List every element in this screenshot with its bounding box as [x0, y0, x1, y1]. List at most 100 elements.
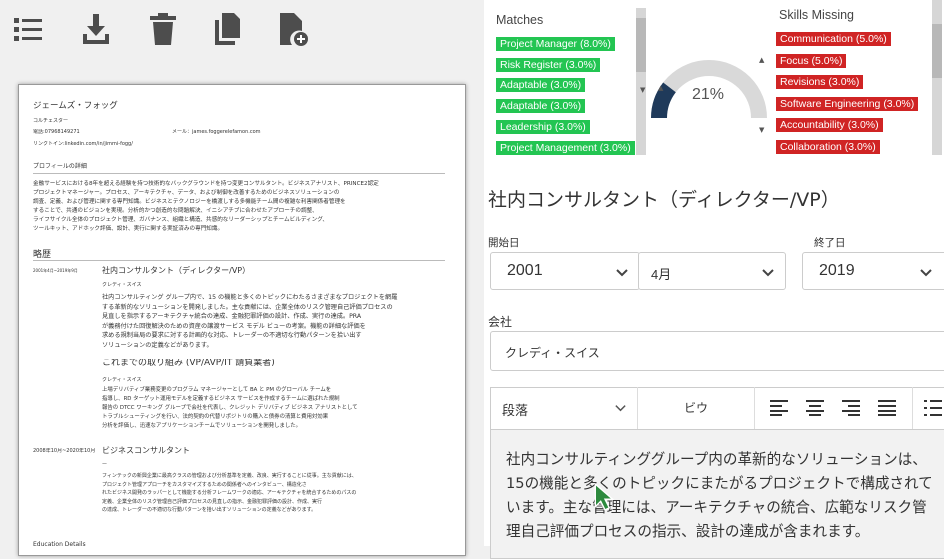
resume-linkedin: リンクトイン:linkedin.com/in/jimmi-fogg/: [33, 141, 133, 147]
gauge-chart: ▲: [651, 60, 767, 119]
scroll-up-arrow: ▲: [658, 84, 664, 92]
download-icon[interactable]: [80, 12, 112, 46]
job3-description: フィンテックの新興企業に最高クラスの管理および分析基準を定義、改良、実行すること…: [102, 472, 442, 515]
paragraph-line: 求める規制当局の要求に対する計画的な対応、トレーダーの不適切な行動パターンを拾い…: [102, 332, 362, 339]
trash-icon[interactable]: [147, 12, 179, 46]
resume-phone: 電話:07968149271: [33, 129, 80, 135]
missing-skill-tag: Focus (5.0%): [776, 53, 847, 68]
company-label: 会社: [488, 315, 513, 329]
company-input[interactable]: クレディ・スイス: [490, 331, 944, 371]
history-divider: [33, 260, 445, 261]
matches-scroll-down-arrow[interactable]: ▼: [640, 86, 645, 94]
chevron-down-icon: [920, 269, 932, 277]
paragraph-line: 分析を評価し、迅速なアプリケーションチームでソリューションを開発しました。: [102, 423, 302, 429]
paragraph-line: ツールキット、アドホック評価、設計、実行に関する実証済みの専門知識。: [33, 226, 224, 232]
add-file-icon[interactable]: [276, 12, 308, 46]
job3-company: ー: [102, 462, 108, 468]
format-select[interactable]: 段落: [490, 387, 638, 429]
align-justify-icon[interactable]: [878, 400, 896, 416]
start-year-value: 2001: [507, 262, 543, 279]
paragraph-line: することで、共通のビジョンを実現。分析的かつ創造的な問題解決、イニシアチブに合わ…: [33, 208, 318, 214]
match-tag: Project Management (3.0%): [496, 140, 635, 155]
paragraph-line: が義務付けた回復解決のための資産の譲渡サービス モデル ビューの考案。機能の詳細…: [102, 322, 366, 330]
job3-date: 2008年10月~2020年10月: [33, 448, 96, 454]
missing-skill-tag: Collaboration (3.0%): [776, 140, 880, 154]
job-title-heading: 社内コンサルタント（ディレクター/VP）: [488, 189, 840, 211]
start-month-value: 4月: [651, 267, 672, 282]
job1-title: 社内コンサルタント（ディレクター/VP）: [102, 266, 251, 275]
end-year-select[interactable]: 2019: [802, 252, 944, 290]
chevron-down-icon: [762, 269, 774, 277]
resume-name: ジェームズ・フォッグ: [33, 101, 118, 111]
paragraph-line: れたビジネス開発のラッパーとして機能する分析フレームワークの適応、アーキテクチャ…: [102, 490, 357, 496]
paragraph-line: 社内コンサルティング グループ内で、15 の機能と多くのトピックにわたるさまざま…: [102, 294, 398, 301]
missing-title: Skills Missing: [779, 8, 855, 22]
end-date-label: 終了日: [814, 237, 846, 249]
align-left-icon[interactable]: [770, 400, 788, 416]
missing-skill-tag: Communication (5.0%): [776, 32, 891, 46]
profile-divider: [33, 173, 445, 174]
matches-scroll-thumb[interactable]: [636, 18, 646, 72]
chevron-down-icon: [615, 405, 626, 412]
paragraph-line: ライフサイクル全体のプロジェクト管理、ガバナンス、組織と構造、共感的なリーダーシ…: [33, 217, 329, 223]
company-value: クレディ・スイス: [505, 346, 600, 360]
resume-email: メール：james.foggerelefamon.com: [172, 129, 261, 135]
paragraph-line: の達成、トレーダーの不適切な行動パターンを拾い出すソリューションの定義などがあり…: [102, 507, 317, 513]
paragraph-line: ソリューションの定義などがあります。: [102, 341, 213, 349]
start-month-select[interactable]: 4月: [638, 252, 786, 290]
job1-company: クレディ・スイス: [102, 282, 142, 288]
paragraph-line: プロジェクトマネージャー。プロセス、アーキテクチャ、データ、および制御を改善する…: [33, 190, 340, 196]
matches-title: Matches: [496, 13, 544, 27]
resume-location: コルチェスター: [33, 118, 69, 124]
match-tag: Leadership (3.0%): [496, 119, 590, 134]
missing-scroll-thumb[interactable]: [932, 24, 942, 78]
chevron-down-icon: [616, 269, 628, 277]
profile-summary: 金融サービスにおける8年を超える経験を持つ技術的なバックグラウンドを持つ変更コン…: [33, 180, 445, 234]
format-select-value: 段落: [502, 404, 529, 419]
history-heading: 略歴: [33, 250, 52, 260]
paragraph-line: 報告の DTCC ワーキング グループで会社を代表し、クレジット デリバティブ …: [102, 405, 358, 411]
job2-description: 上場デリバティブ業務変更のプログラム マネージャーとして BA と PM のグロ…: [102, 386, 442, 431]
education-heading: Education Details: [33, 541, 86, 548]
job3-title: ビジネスコンサルタント: [102, 446, 190, 455]
match-tag: Project Manager (8.0%): [496, 37, 615, 51]
match-gauge: ▲ 21% ▼ ▲ ▼: [640, 8, 770, 155]
paragraph-line: 金融サービスにおける8年を超える経験を持つ技術的なバックグラウンドを持つ変更コン…: [33, 181, 379, 187]
bold-button-label: ビウ: [684, 401, 709, 415]
skills-missing-panel: Skills Missing Communication (5.0%) Focus…: [770, 0, 944, 155]
divider: [912, 387, 913, 429]
missing-scroll-down-arrow[interactable]: ▼: [759, 126, 764, 134]
paragraph-line: 見直しを指示するアーキテクチャ統合の達成、金融犯罪評価の設計、作成、実行の達成。…: [102, 313, 362, 320]
matches-panel: Matches Project Manager (8.0%) Risk Regis…: [484, 8, 648, 155]
bold-italic-underline-button[interactable]: ビウ: [638, 387, 755, 429]
missing-scroll-up-arrow[interactable]: ▲: [759, 56, 764, 64]
job2-company: クレディ・スイス: [102, 377, 142, 383]
gauge-value: 21%: [692, 86, 725, 103]
match-tag: Adaptable (3.0%): [496, 99, 586, 114]
paragraph-line: プロジェクト管理アプローチをカスタマイズするための関係者へのインタビュー、構造化…: [102, 481, 307, 488]
paragraph-line: 定義、企業全体のリスク管理自己評価プロセスの見直しの指示、金融犯罪評価の設計、作…: [102, 498, 323, 505]
description-text: 社内コンサルティンググループ内の革新的なソリューションは、15の機能と多くのトピ…: [506, 451, 933, 540]
job1-date: 2001年4月~2019年9月: [33, 268, 78, 273]
match-tag: Risk Register (3.0%): [496, 57, 601, 72]
job2-title: これまでの取り組み (VP/AVP/IT 請負業者): [102, 359, 275, 368]
match-tag: Adaptable (3.0%): [496, 78, 586, 93]
list-icon[interactable]: [12, 12, 44, 46]
missing-skill-tag: Accountability (3.0%): [776, 118, 883, 133]
copy-icon[interactable]: [212, 12, 244, 46]
paragraph-line: 指導し、RD ターゲット運用モデルを定義するビジネス サービスを作成するチームに…: [102, 396, 340, 402]
start-year-select[interactable]: 2001: [490, 252, 640, 290]
bullet-list-icon[interactable]: [924, 400, 942, 416]
paragraph-line: フィンテックの新興企業に最高クラスの管理および分析基準を定義、改良、実行すること…: [102, 473, 357, 479]
missing-skill-tag: Revisions (3.0%): [776, 75, 864, 90]
profile-heading: プロフィールの詳細: [33, 163, 87, 170]
paragraph-line: 上場デリバティブ業務変更のプログラム マネージャーとして BA と PM のグロ…: [102, 387, 332, 393]
end-year-value: 2019: [819, 262, 855, 279]
mouse-cursor-icon: [594, 483, 615, 511]
missing-skill-tag: Software Engineering (3.0%): [776, 96, 919, 111]
description-editor[interactable]: 社内コンサルティンググループ内の革新的なソリューションは、15の機能と多くのトピ…: [490, 429, 944, 559]
align-center-icon[interactable]: [806, 400, 824, 416]
align-right-icon[interactable]: [842, 400, 860, 416]
paragraph-line: トラブルシューティングを行い、法的契約の代替リポジトリの購入と債券の清算と費用対…: [102, 414, 329, 420]
paragraph-line: する革新的なソリューションを開発しました。主な貢献には、企業全体のリスク管理自己…: [102, 303, 393, 311]
